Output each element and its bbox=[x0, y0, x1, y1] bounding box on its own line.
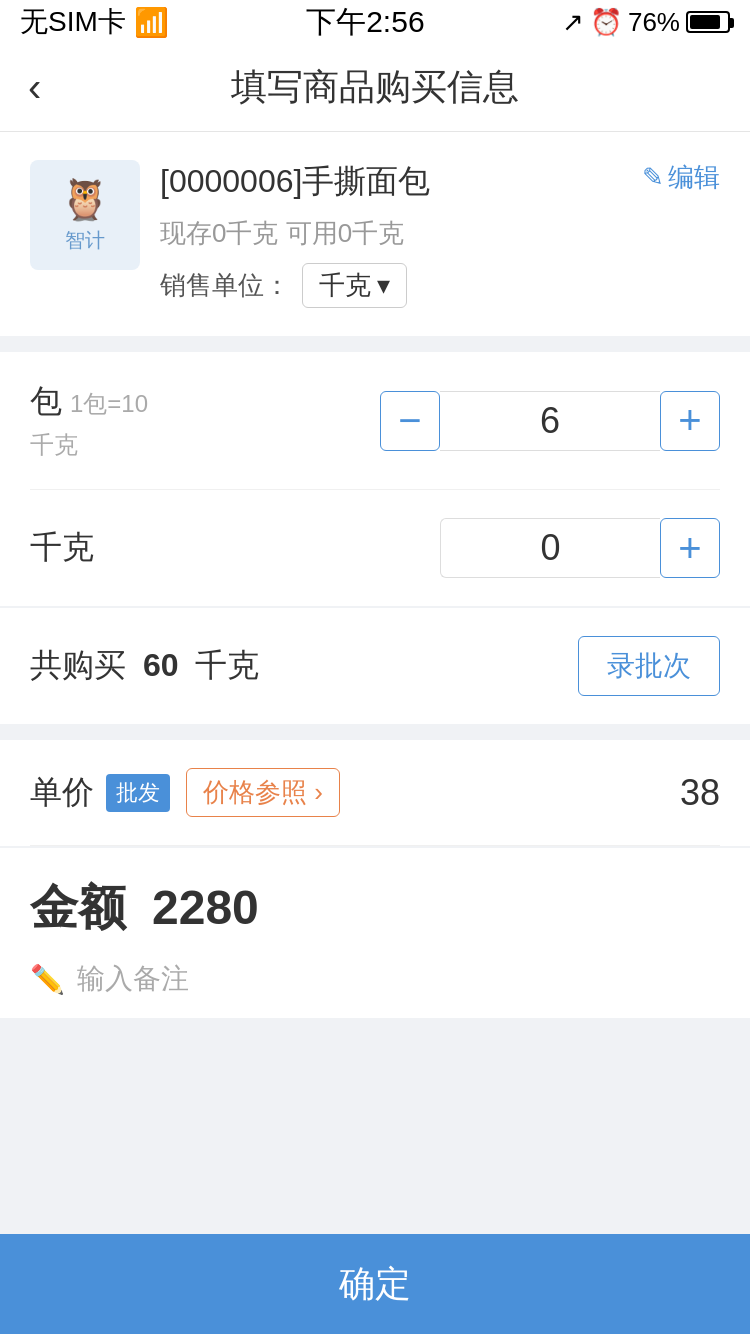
bao-qty-input[interactable] bbox=[440, 391, 660, 451]
chevron-down-icon: ▾ bbox=[377, 270, 390, 301]
qianke-qty-controls: + bbox=[440, 518, 720, 578]
page-title: 填写商品购买信息 bbox=[231, 63, 519, 112]
price-value: 38 bbox=[680, 772, 720, 814]
edit-icon: ✎ bbox=[642, 162, 664, 193]
unit-label: 销售单位： bbox=[160, 268, 290, 303]
bao-label: 包1包=10千克 bbox=[30, 380, 170, 461]
total-text: 共购买 60 千克 bbox=[30, 644, 259, 688]
status-bar-left: 无SIM卡 📶 bbox=[20, 3, 169, 41]
carrier-text: 无SIM卡 bbox=[20, 3, 126, 41]
edit-label: 编辑 bbox=[668, 160, 720, 195]
status-bar: 无SIM卡 📶 下午2:56 ↗ ⏰ 76% bbox=[0, 0, 750, 44]
product-info: [0000006]手撕面包 ✎ 编辑 现存0千克 可用0千克 销售单位： 千克 … bbox=[160, 160, 720, 308]
amount-row: 金额 2280 bbox=[30, 876, 720, 940]
qianke-qty-row: 千克 + bbox=[30, 490, 720, 606]
total-section: 共购买 60 千克 录批次 bbox=[0, 608, 750, 724]
wifi-icon: 📶 bbox=[134, 6, 169, 39]
batch-button[interactable]: 录批次 bbox=[578, 636, 720, 696]
remark-row[interactable]: ✏️ 输入备注 bbox=[30, 960, 720, 998]
product-card: 🦉 智计 [0000006]手撕面包 ✎ 编辑 现存0千克 可用0千克 销售单位… bbox=[0, 132, 750, 336]
total-unit: 千克 bbox=[195, 647, 259, 683]
battery-icon bbox=[686, 11, 730, 33]
amount-section: 金额 2280 ✏️ 输入备注 bbox=[0, 848, 750, 1018]
status-time: 下午2:56 bbox=[306, 2, 424, 43]
confirm-label: 确定 bbox=[339, 1260, 411, 1309]
confirm-button[interactable]: 确定 bbox=[0, 1234, 750, 1334]
price-section: 单价 批发 价格参照 › 38 bbox=[0, 740, 750, 846]
total-prefix: 共购买 bbox=[30, 647, 126, 683]
back-button[interactable]: ‹ bbox=[28, 65, 41, 110]
product-thumb-label: 智计 bbox=[65, 227, 105, 254]
price-ref-button[interactable]: 价格参照 › bbox=[186, 768, 340, 817]
product-name: [0000006]手撕面包 bbox=[160, 160, 430, 204]
product-owl-icon: 🦉 bbox=[60, 176, 110, 223]
quantity-section: 包1包=10千克 − + 千克 + bbox=[0, 352, 750, 606]
status-bar-right: ↗ ⏰ 76% bbox=[562, 7, 730, 38]
nav-bar: ‹ 填写商品购买信息 bbox=[0, 44, 750, 132]
location-icon: ↗ bbox=[562, 7, 584, 38]
price-row: 单价 批发 价格参照 › 38 bbox=[30, 740, 720, 846]
price-tag: 批发 bbox=[106, 774, 170, 812]
unit-selector[interactable]: 千克 ▾ bbox=[302, 263, 407, 308]
product-stock: 现存0千克 可用0千克 bbox=[160, 216, 720, 251]
amount-value: 2280 bbox=[152, 881, 259, 934]
bao-plus-button[interactable]: + bbox=[660, 391, 720, 451]
qianke-plus-button[interactable]: + bbox=[660, 518, 720, 578]
alarm-icon: ⏰ bbox=[590, 7, 622, 38]
edit-button[interactable]: ✎ 编辑 bbox=[642, 160, 720, 195]
bao-qty-row: 包1包=10千克 − + bbox=[30, 352, 720, 490]
pencil-icon: ✏️ bbox=[30, 963, 65, 996]
bao-minus-button[interactable]: − bbox=[380, 391, 440, 451]
price-label: 单价 bbox=[30, 771, 94, 815]
bao-qty-controls: − + bbox=[380, 391, 720, 451]
qianke-label: 千克 bbox=[30, 526, 170, 570]
qianke-qty-input[interactable] bbox=[440, 518, 660, 578]
product-thumbnail: 🦉 智计 bbox=[30, 160, 140, 270]
remark-label: 输入备注 bbox=[77, 960, 189, 998]
unit-value: 千克 bbox=[319, 268, 371, 303]
amount-label: 金额 bbox=[30, 881, 126, 934]
total-amount: 60 bbox=[143, 647, 179, 683]
battery-percent: 76% bbox=[628, 7, 680, 38]
product-unit-row: 销售单位： 千克 ▾ bbox=[160, 263, 720, 308]
